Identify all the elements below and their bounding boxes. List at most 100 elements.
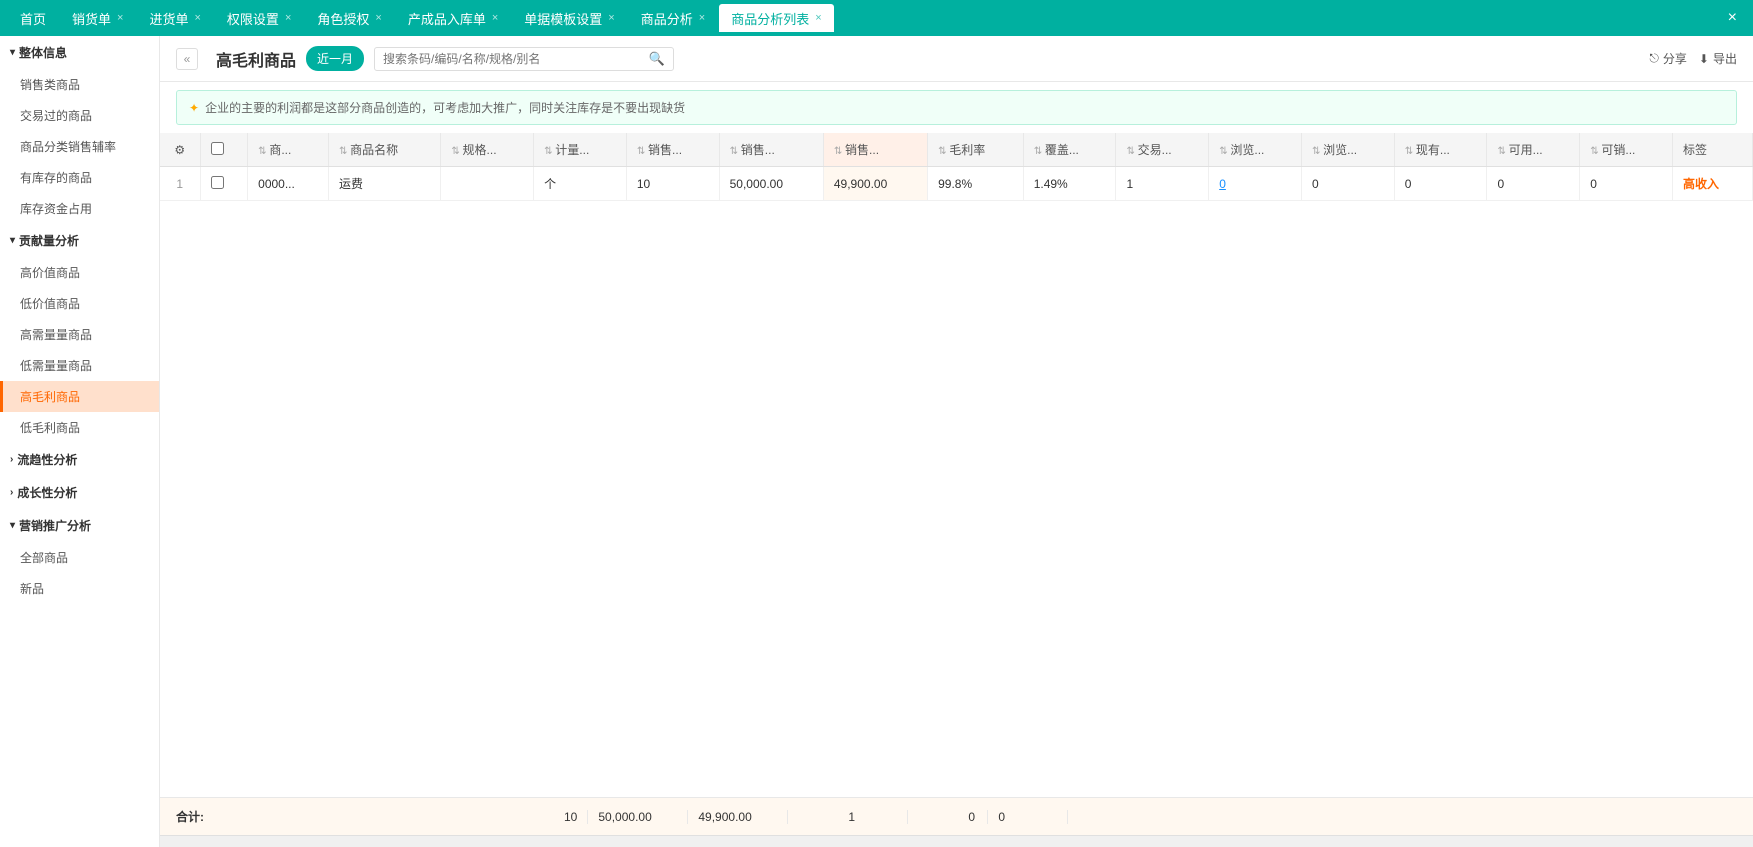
close-all-button[interactable]: × (1720, 9, 1745, 27)
sidebar-item-high-demand[interactable]: 高需量量商品 (0, 319, 159, 350)
top-nav: 首页 销货单 × 进货单 × 权限设置 × 角色授权 × 产成品入库单 × 单据… (0, 0, 1753, 36)
sort-available-icon (1497, 143, 1508, 157)
sidebar-item-goods-analysis[interactable]: 商品分类销售辅率 (0, 131, 159, 162)
sidebar-item-low-demand[interactable]: 低需量量商品 (0, 350, 159, 381)
nav-product-in-label: 产成品入库单 (408, 9, 486, 28)
footer-available: 0 (908, 810, 988, 824)
col-current[interactable]: 现有... (1394, 133, 1487, 167)
export-button[interactable]: ⬇ 导出 (1699, 50, 1737, 67)
col-coverage[interactable]: 覆盖... (1023, 133, 1116, 167)
nav-analysis[interactable]: 商品分析 × (629, 4, 717, 32)
sidebar-item-high-margin[interactable]: 高毛利商品 (0, 381, 159, 412)
search-input[interactable] (383, 52, 649, 66)
nav-purchase[interactable]: 进货单 × (137, 4, 212, 32)
sort-views1-icon (1219, 143, 1230, 157)
cell-views2: 0 (1301, 167, 1394, 201)
cell-sales-cost: 49,900.00 (823, 167, 927, 201)
col-settings[interactable]: ⚙ (160, 133, 200, 167)
sidebar-item-new-goods[interactable]: 新品 (0, 573, 159, 604)
share-icon: ⎋ (1649, 51, 1659, 66)
sort-current-icon (1405, 143, 1416, 157)
nav-role-close[interactable]: × (375, 12, 381, 24)
sidebar-group-trend[interactable]: › 流趋性分析 (0, 443, 159, 476)
sidebar-item-high-value[interactable]: 高价值商品 (0, 257, 159, 288)
col-tag[interactable]: 标签 (1672, 133, 1752, 167)
col-transactions[interactable]: 交易... (1116, 133, 1209, 167)
nav-template[interactable]: 单据模板设置 × (512, 4, 626, 32)
nav-template-close[interactable]: × (608, 12, 614, 24)
cell-margin-rate: 99.8% (928, 167, 1024, 201)
arrow-icon-trend: › (10, 454, 13, 465)
col-views2[interactable]: 浏览... (1301, 133, 1394, 167)
col-sales-qty[interactable]: 销售... (626, 133, 719, 167)
nav-permission-close[interactable]: × (285, 12, 291, 24)
col-sellable[interactable]: 可销... (1580, 133, 1673, 167)
col-sales-cost[interactable]: 销售... (823, 133, 927, 167)
col-margin-rate[interactable]: 毛利率 (928, 133, 1024, 167)
cell-views1[interactable]: 0 (1209, 167, 1302, 201)
share-button[interactable]: ⎋ 分享 (1649, 50, 1687, 67)
nav-permission[interactable]: 权限设置 × (215, 4, 303, 32)
nav-analysis-list-close[interactable]: × (815, 12, 821, 24)
cell-checkbox[interactable] (200, 167, 248, 201)
sort-sellable-icon (1590, 143, 1601, 157)
nav-analysis-list[interactable]: 商品分析列表 × (719, 4, 833, 32)
sort-sales-cost-icon (834, 143, 845, 157)
cell-num: 1 (160, 167, 200, 201)
sidebar-item-low-value[interactable]: 低价值商品 (0, 288, 159, 319)
col-sales-amount[interactable]: 销售... (719, 133, 823, 167)
horizontal-scrollbar[interactable] (160, 835, 1753, 847)
col-unit[interactable]: 计量... (534, 133, 627, 167)
sidebar-group-marketing-label: 营销推广分析 (19, 517, 91, 534)
nav-sales[interactable]: 销货单 × (60, 4, 135, 32)
footer-label: 合计: (176, 808, 204, 825)
col-checkbox[interactable] (200, 133, 248, 167)
sidebar-group-overall[interactable]: ▾ 整体信息 (0, 36, 159, 69)
footer-transactions: 1 (788, 810, 908, 824)
col-name[interactable]: 商品名称 (329, 133, 441, 167)
footer-sellable: 0 (988, 810, 1068, 824)
col-spec[interactable]: 规格... (441, 133, 534, 167)
nav-product-in-close[interactable]: × (492, 12, 498, 24)
nav-purchase-close[interactable]: × (194, 12, 200, 24)
nav-role[interactable]: 角色授权 × (305, 4, 393, 32)
filter-recent-month-button[interactable]: 近一月 (306, 46, 364, 71)
collapse-sidebar-button[interactable]: « (176, 48, 198, 70)
cell-name: 运费 (329, 167, 441, 201)
sidebar-item-sales-goods[interactable]: 销售类商品 (0, 69, 159, 100)
row-checkbox[interactable] (211, 176, 224, 189)
sidebar-item-inventory-capital[interactable]: 库存资金占用 (0, 193, 159, 224)
sidebar-item-all-goods[interactable]: 全部商品 (0, 542, 159, 573)
sidebar-item-inventory-goods[interactable]: 有库存的商品 (0, 162, 159, 193)
sidebar-item-low-margin[interactable]: 低毛利商品 (0, 412, 159, 443)
search-icon[interactable]: 🔍 (649, 51, 665, 67)
data-table: ⚙ 商... 商品名称 规格... 计量... 销售... 销售... 销售..… (160, 133, 1753, 201)
table-row: 1 0000... 运费 个 10 50,000.00 49,900.00 99… (160, 167, 1753, 201)
export-icon: ⬇ (1699, 52, 1709, 66)
nav-product-in[interactable]: 产成品入库单 × (396, 4, 510, 32)
col-code[interactable]: 商... (248, 133, 329, 167)
cell-code: 0000... (248, 167, 329, 201)
nav-sales-label: 销货单 (72, 9, 111, 28)
sidebar-group-wealth[interactable]: ▾ 贡献量分析 (0, 224, 159, 257)
sidebar-group-marketing[interactable]: ▾ 营销推广分析 (0, 509, 159, 542)
select-all-checkbox[interactable] (211, 142, 224, 155)
info-icon: ✦ (189, 101, 199, 115)
sidebar-group-growth[interactable]: › 成长性分析 (0, 476, 159, 509)
sidebar-item-traded-goods[interactable]: 交易过的商品 (0, 100, 159, 131)
page-title: 高毛利商品 (216, 47, 296, 71)
cell-coverage: 1.49% (1023, 167, 1116, 201)
sort-sales-amount-icon (730, 143, 741, 157)
sort-spec-icon (451, 143, 462, 157)
cell-sellable: 0 (1580, 167, 1673, 201)
nav-sales-close[interactable]: × (117, 12, 123, 24)
nav-analysis-close[interactable]: × (699, 12, 705, 24)
arrow-icon: ▾ (10, 47, 15, 58)
arrow-icon-wealth: ▾ (10, 235, 15, 246)
col-views1[interactable]: 浏览... (1209, 133, 1302, 167)
nav-home[interactable]: 首页 (8, 4, 58, 32)
nav-purchase-label: 进货单 (149, 9, 188, 28)
col-available[interactable]: 可用... (1487, 133, 1580, 167)
sort-code-icon (258, 143, 269, 157)
table-header-row: ⚙ 商... 商品名称 规格... 计量... 销售... 销售... 销售..… (160, 133, 1753, 167)
